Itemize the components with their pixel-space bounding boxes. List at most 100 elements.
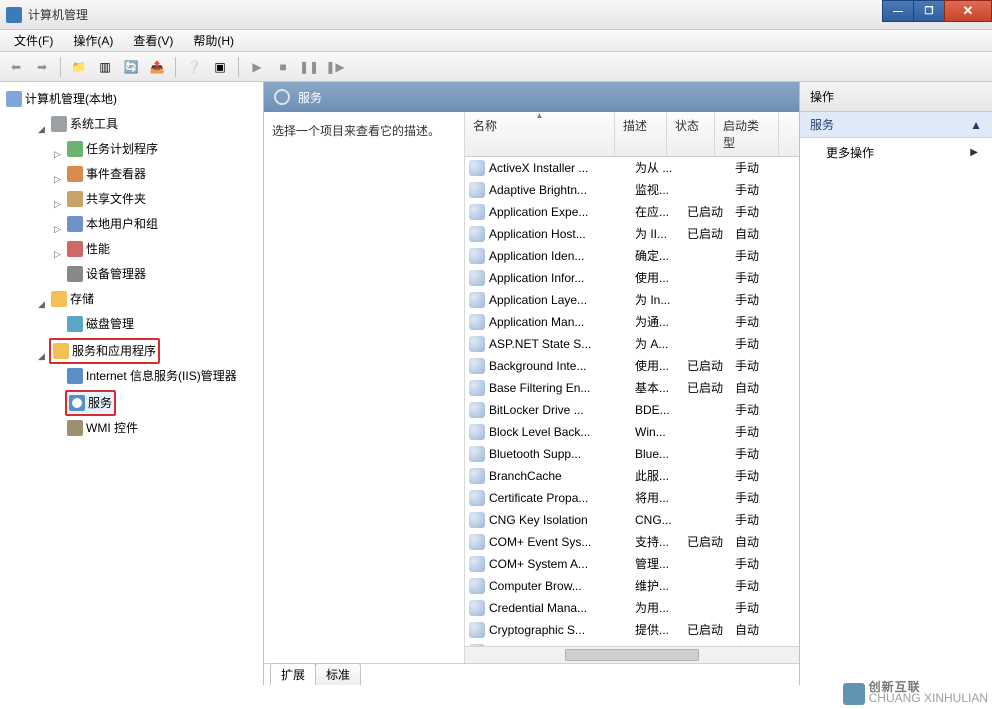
tree-shared-folders[interactable]: 共享文件夹 xyxy=(65,188,148,210)
service-status: 已启动 xyxy=(687,202,735,222)
service-row[interactable]: BitLocker Drive ...BDE...手动 xyxy=(465,399,799,421)
nav-back-button[interactable]: ⬅ xyxy=(4,55,28,79)
column-header-name[interactable]: ▲名称 xyxy=(465,112,615,156)
expander-icon[interactable]: ▷ xyxy=(52,149,63,160)
expander-icon[interactable]: ◢ xyxy=(36,351,47,362)
export-button[interactable]: 📤 xyxy=(145,55,169,79)
restart-service-button[interactable]: ❚▶ xyxy=(323,55,347,79)
service-row[interactable]: ActiveX Installer ...为从 ...手动 xyxy=(465,157,799,179)
actions-section[interactable]: 服务 ▲ xyxy=(800,112,992,138)
menu-file[interactable]: 文件(F) xyxy=(6,30,61,51)
tree-label: 本地用户和组 xyxy=(86,214,158,234)
tree-device-manager[interactable]: 设备管理器 xyxy=(65,263,148,285)
service-icon xyxy=(469,248,485,264)
services-icon xyxy=(69,395,85,411)
service-row[interactable]: Credential Mana...为用...手动 xyxy=(465,597,799,619)
help-button[interactable]: ❔ xyxy=(182,55,206,79)
maximize-button[interactable]: ❐ xyxy=(913,0,945,22)
tree-services-apps[interactable]: 服务和应用程序 xyxy=(49,338,160,364)
service-row[interactable]: COM+ System A...管理...手动 xyxy=(465,553,799,575)
scrollbar-thumb[interactable] xyxy=(565,649,699,661)
service-row[interactable]: Background Inte...使用...已启动手动 xyxy=(465,355,799,377)
service-row[interactable]: Application Host...为 II...已启动自动 xyxy=(465,223,799,245)
properties-button[interactable]: ▥ xyxy=(93,55,117,79)
service-row[interactable]: Application Man...为通...手动 xyxy=(465,311,799,333)
service-row[interactable]: Application Expe...在应...已启动手动 xyxy=(465,201,799,223)
toolbar-separator xyxy=(238,57,239,77)
menu-view[interactable]: 查看(V) xyxy=(125,30,181,51)
column-header-startup[interactable]: 启动类型 xyxy=(715,112,779,156)
service-startup: 自动 xyxy=(735,224,799,244)
tree-performance[interactable]: 性能 xyxy=(65,238,112,260)
service-name: Computer Brow... xyxy=(489,576,635,596)
service-row[interactable]: Adaptive Brightn...监视...手动 xyxy=(465,179,799,201)
service-row[interactable]: Application Iden...确定...手动 xyxy=(465,245,799,267)
tree-wmi-control[interactable]: WMI 控件 xyxy=(65,417,140,439)
toolbar: ⬅ ➡ 📁 ▥ 🔄 📤 ❔ ▣ ▶ ■ ❚❚ ❚▶ xyxy=(0,52,992,82)
tree-event-viewer[interactable]: 事件查看器 xyxy=(65,163,148,185)
service-desc: 使用... xyxy=(635,268,687,288)
toolbar-button[interactable]: ▣ xyxy=(208,55,232,79)
expander-icon[interactable]: ▷ xyxy=(52,249,63,260)
service-startup: 手动 xyxy=(735,576,799,596)
show-hide-tree-button[interactable]: 📁 xyxy=(67,55,91,79)
tree-label: 服务和应用程序 xyxy=(72,341,156,361)
start-service-button[interactable]: ▶ xyxy=(245,55,269,79)
service-desc: 确定... xyxy=(635,246,687,266)
service-icon xyxy=(469,578,485,594)
tree-iis-manager[interactable]: Internet 信息服务(IIS)管理器 xyxy=(65,365,239,387)
column-header-status[interactable]: 状态 xyxy=(667,112,715,156)
service-row[interactable]: Base Filtering En...基本...已启动自动 xyxy=(465,377,799,399)
expander-icon[interactable]: ◢ xyxy=(36,124,47,135)
tab-extended[interactable]: 扩展 xyxy=(270,663,316,685)
service-row[interactable]: COM+ Event Sys...支持...已启动自动 xyxy=(465,531,799,553)
service-desc: 为用... xyxy=(635,598,687,618)
tree-label: WMI 控件 xyxy=(86,418,138,438)
actions-more[interactable]: 更多操作 ▶ xyxy=(800,138,992,167)
tab-standard[interactable]: 标准 xyxy=(315,663,361,685)
stop-service-button[interactable]: ■ xyxy=(271,55,295,79)
tree-task-scheduler[interactable]: 任务计划程序 xyxy=(65,138,160,160)
expander-icon[interactable]: ▷ xyxy=(52,224,63,235)
expander-icon[interactable]: ▷ xyxy=(52,199,63,210)
pause-service-button[interactable]: ❚❚ xyxy=(297,55,321,79)
service-row[interactable]: CNG Key IsolationCNG...手动 xyxy=(465,509,799,531)
tree-local-users[interactable]: 本地用户和组 xyxy=(65,213,160,235)
service-row[interactable]: Application Laye...为 In...手动 xyxy=(465,289,799,311)
service-row[interactable]: Block Level Back...Win...手动 xyxy=(465,421,799,443)
service-status: 已启动 xyxy=(687,356,735,376)
service-row[interactable]: ASP.NET State S...为 A...手动 xyxy=(465,333,799,355)
refresh-button[interactable]: 🔄 xyxy=(119,55,143,79)
tree-system-tools[interactable]: 系统工具 xyxy=(49,113,120,135)
service-startup: 手动 xyxy=(735,202,799,222)
service-desc: Blue... xyxy=(635,444,687,464)
service-row[interactable]: Certificate Propa...将用...手动 xyxy=(465,487,799,509)
service-desc: 提供... xyxy=(635,620,687,640)
list-rows[interactable]: ActiveX Installer ...为从 ...手动Adaptive Br… xyxy=(465,157,799,646)
service-desc: 为 II... xyxy=(635,224,687,244)
service-row[interactable]: BranchCache此服...手动 xyxy=(465,465,799,487)
expander-icon[interactable]: ▷ xyxy=(52,174,63,185)
service-icon xyxy=(469,226,485,242)
tree-storage[interactable]: 存储 xyxy=(49,288,96,310)
nav-forward-button[interactable]: ➡ xyxy=(30,55,54,79)
expander-icon[interactable]: ◢ xyxy=(36,299,47,310)
tree-services[interactable]: 服务 xyxy=(65,390,116,416)
column-header-desc[interactable]: 描述 xyxy=(615,112,667,156)
col-label: 描述 xyxy=(623,119,647,133)
service-startup: 自动 xyxy=(735,532,799,552)
service-row[interactable]: Computer Brow...维护...手动 xyxy=(465,575,799,597)
service-row[interactable]: Application Infor...使用...手动 xyxy=(465,267,799,289)
tree-disk-management[interactable]: 磁盘管理 xyxy=(65,313,136,335)
service-row[interactable]: Cryptographic S...提供...已启动自动 xyxy=(465,619,799,641)
service-row[interactable]: Bluetooth Supp...Blue...手动 xyxy=(465,443,799,465)
minimize-button[interactable]: — xyxy=(882,0,914,22)
app-icon xyxy=(6,7,22,23)
horizontal-scrollbar[interactable] xyxy=(465,646,799,663)
tab-label: 标准 xyxy=(326,668,350,682)
menu-help[interactable]: 帮助(H) xyxy=(185,30,242,51)
close-button[interactable]: ✕ xyxy=(944,0,992,22)
menu-action[interactable]: 操作(A) xyxy=(65,30,121,51)
tree-label: 设备管理器 xyxy=(86,264,146,284)
tree-root[interactable]: 计算机管理(本地) xyxy=(4,88,119,110)
